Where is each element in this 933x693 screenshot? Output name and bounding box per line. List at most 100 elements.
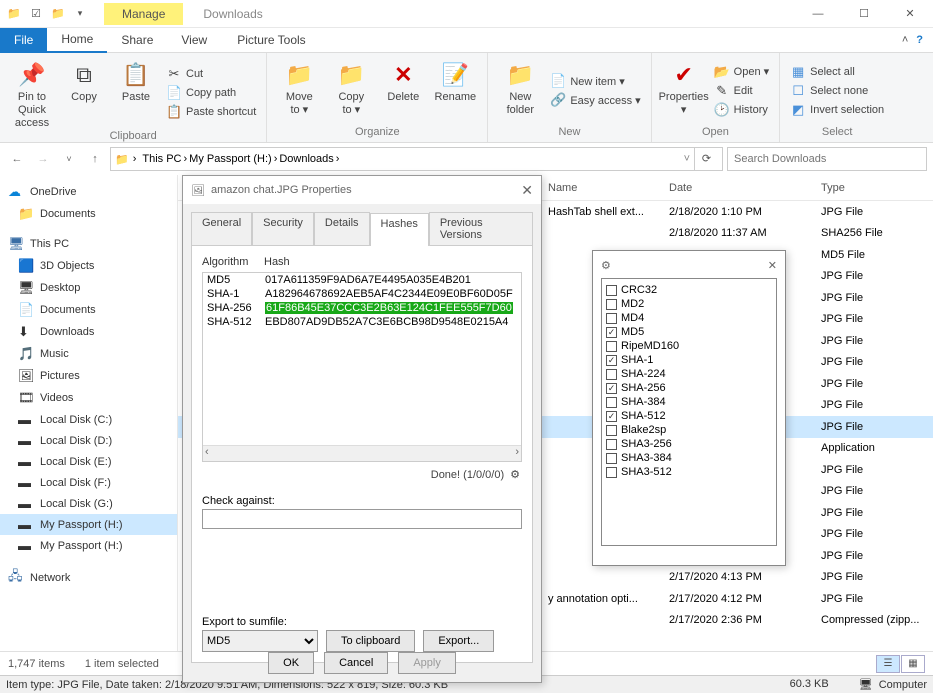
hash-type-checkbox[interactable]: SHA3-384 [606, 451, 772, 465]
select-none-button[interactable]: ☐Select none [790, 83, 884, 99]
ok-button[interactable]: OK [268, 652, 314, 674]
edit-button[interactable]: ✎Edit [714, 83, 770, 99]
tab-home[interactable]: Home [47, 28, 107, 53]
up-button[interactable]: ↑ [84, 148, 106, 170]
delete-button[interactable]: ✕Delete [377, 55, 429, 126]
nav-item[interactable]: 📄Documents [0, 299, 177, 321]
navigation-pane[interactable]: ☁OneDrive 📁Documents 🖥This PC 🟦3D Object… [0, 175, 178, 665]
nav-item[interactable]: ▬Local Disk (G:) [0, 493, 177, 514]
dialog-tab[interactable]: General [191, 212, 252, 245]
hash-type-checkbox[interactable]: SHA3-256 [606, 437, 772, 451]
chevron-icon[interactable]: › [336, 153, 340, 165]
gear-icon[interactable]: ⚙ [510, 469, 520, 481]
new-folder-button[interactable]: 📁New folder [494, 55, 546, 126]
chevron-icon[interactable]: › [133, 153, 137, 165]
ribbon-collapse-icon[interactable]: ˄ [902, 34, 908, 46]
hash-type-checkbox[interactable]: SHA3-512 [606, 465, 772, 479]
nav-documents[interactable]: 📁Documents [0, 203, 177, 225]
close-button[interactable]: ✕ [887, 0, 933, 28]
history-button[interactable]: 🕑History [714, 102, 770, 118]
invert-selection-button[interactable]: ◩Invert selection [790, 102, 884, 118]
properties-button[interactable]: ✔Properties ▾ [658, 55, 710, 126]
hash-type-checkbox[interactable]: SHA-256 [606, 381, 772, 395]
hash-row[interactable]: SHA-25661F86B45E37CCC3E2B63E124C1FEE555F… [203, 301, 521, 315]
dialog-close-button[interactable]: ✕ [521, 182, 533, 199]
tab-view[interactable]: View [167, 28, 221, 53]
tab-file[interactable]: File [0, 28, 47, 53]
details-view-button[interactable]: ☰ [876, 655, 900, 673]
pin-to-quick-access-button[interactable]: 📌Pin to Quick access [6, 55, 58, 130]
cancel-button[interactable]: Cancel [324, 652, 388, 674]
hash-row[interactable]: SHA-1A182964678692AEB5AF4C2344E09E0BF60D… [203, 287, 521, 301]
dialog-tab[interactable]: Hashes [370, 213, 429, 246]
popup-close-button[interactable]: ✕ [768, 259, 777, 272]
select-all-button[interactable]: ▦Select all [790, 64, 884, 80]
hash-types-list[interactable]: CRC32MD2MD4MD5RipeMD160SHA-1SHA-224SHA-2… [601, 278, 777, 546]
hash-type-checkbox[interactable]: SHA-224 [606, 367, 772, 381]
nav-item[interactable]: ▬My Passport (H:) [0, 514, 177, 535]
export-format-select[interactable]: MD5 [202, 630, 318, 652]
refresh-button[interactable]: ⟳ [694, 148, 718, 170]
open-button[interactable]: 📂Open ▾ [714, 64, 770, 80]
nav-item[interactable]: ▬Local Disk (D:) [0, 430, 177, 451]
copy-path-button[interactable]: 📄Copy path [166, 85, 256, 101]
recent-dropdown[interactable]: ˅ [58, 148, 80, 170]
nav-item[interactable]: 🎵Music [0, 343, 177, 365]
forward-button[interactable]: → [32, 148, 54, 170]
hash-type-checkbox[interactable]: Blake2sp [606, 423, 772, 437]
hash-type-checkbox[interactable]: SHA-1 [606, 353, 772, 367]
nav-onedrive[interactable]: ☁OneDrive [0, 181, 177, 203]
help-icon[interactable]: ? [916, 34, 923, 46]
qat-folder-icon[interactable]: 📁 [48, 4, 68, 24]
dialog-tab[interactable]: Details [314, 212, 370, 245]
address-bar[interactable]: 📁 › This PC›My Passport (H:)›Downloads› … [110, 147, 723, 171]
nav-item[interactable]: ▬My Passport (H:) [0, 535, 177, 556]
paste-button[interactable]: 📋Paste [110, 55, 162, 130]
hash-list[interactable]: MD5017A611359F9AD6A7E4495A035E4B201SHA-1… [202, 272, 522, 462]
gear-icon[interactable]: ⚙ [601, 259, 611, 272]
rename-button[interactable]: 📝Rename [429, 55, 481, 126]
nav-item[interactable]: ⬇Downloads [0, 321, 177, 343]
hash-row[interactable]: SHA-512EBD807AD9DB52A7C3E6BCB98D9548E021… [203, 315, 521, 329]
breadcrumb-segment[interactable]: My Passport (H:) [187, 153, 274, 165]
dialog-title-bar[interactable]: 🖼 amazon chat.JPG Properties ✕ [183, 176, 541, 204]
cut-button[interactable]: ✂Cut [166, 66, 256, 82]
nav-item[interactable]: 🖥Desktop [0, 277, 177, 299]
hash-type-checkbox[interactable]: RipeMD160 [606, 339, 772, 353]
nav-this-pc[interactable]: 🖥This PC [0, 233, 177, 255]
col-date[interactable]: Date [657, 182, 809, 194]
maximize-button[interactable]: ☐ [841, 0, 887, 28]
tab-picture-tools[interactable]: Picture Tools [223, 28, 319, 53]
to-clipboard-button[interactable]: To clipboard [326, 630, 415, 652]
horizontal-scrollbar[interactable]: ‹› [203, 445, 521, 461]
new-item-button[interactable]: 📄New item ▾ [550, 73, 640, 89]
hash-type-checkbox[interactable]: SHA-384 [606, 395, 772, 409]
copy-button[interactable]: ⧉Copy [58, 55, 110, 130]
nav-item[interactable]: ▬Local Disk (E:) [0, 451, 177, 472]
move-to-button[interactable]: 📁Move to ▾ [273, 55, 325, 126]
nav-item[interactable]: 🖼Pictures [0, 365, 177, 387]
tab-share[interactable]: Share [107, 28, 167, 53]
nav-item[interactable]: ▬Local Disk (F:) [0, 472, 177, 493]
back-button[interactable]: ← [6, 148, 28, 170]
nav-item[interactable]: ▬Local Disk (C:) [0, 409, 177, 430]
breadcrumb-segment[interactable]: This PC [140, 153, 183, 165]
nav-network[interactable]: 🖧Network [0, 564, 177, 592]
dialog-tab[interactable]: Previous Versions [429, 212, 533, 245]
check-against-input[interactable] [202, 509, 522, 529]
hash-type-checkbox[interactable]: MD5 [606, 325, 772, 339]
apply-button[interactable]: Apply [398, 652, 456, 674]
dialog-tab[interactable]: Security [252, 212, 314, 245]
nav-item[interactable]: 🎞Videos [0, 387, 177, 409]
copy-to-button[interactable]: 📁Copy to ▾ [325, 55, 377, 126]
qat-checkbox-icon[interactable]: ☑ [26, 4, 46, 24]
address-dropdown-icon[interactable]: ˅ [684, 153, 690, 165]
export-button[interactable]: Export... [423, 630, 494, 652]
paste-shortcut-button[interactable]: 📋Paste shortcut [166, 104, 256, 120]
breadcrumb-segment[interactable]: Downloads [277, 153, 335, 165]
qat-dropdown-icon[interactable]: ▾ [70, 4, 90, 24]
hash-type-checkbox[interactable]: CRC32 [606, 283, 772, 297]
minimize-button[interactable]: — [795, 0, 841, 28]
col-type[interactable]: Type [809, 182, 933, 194]
hash-type-checkbox[interactable]: MD4 [606, 311, 772, 325]
